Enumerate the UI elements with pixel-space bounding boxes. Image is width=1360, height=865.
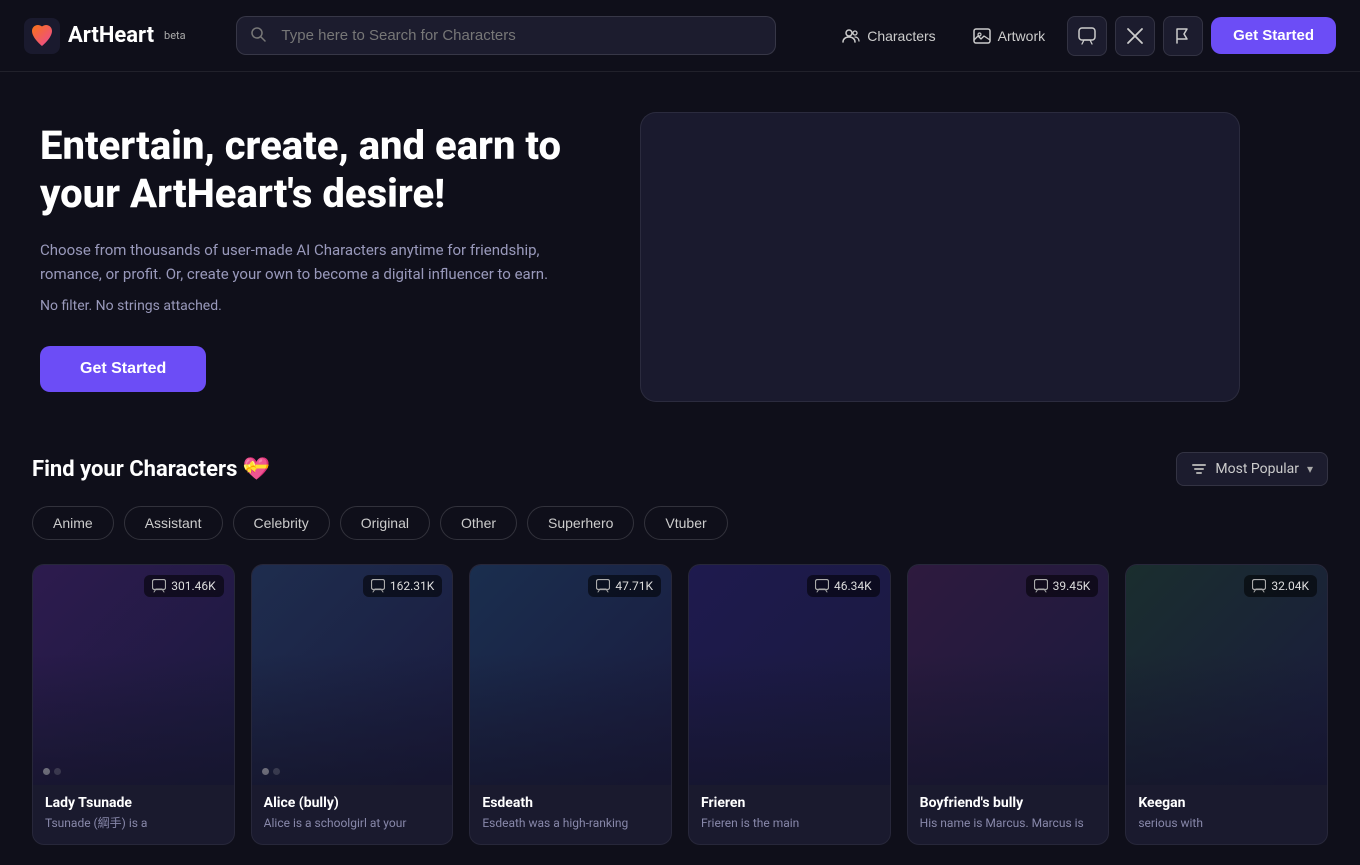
character-card-esdeath[interactable]: 47.71K Esdeath Esdeath was a high-rankin… (469, 564, 672, 845)
card-name-6: Keegan (1138, 795, 1315, 811)
card-stats-6: 32.04K (1244, 575, 1317, 597)
card-dots-1 (43, 768, 61, 775)
card-name-2: Alice (bully) (264, 795, 441, 811)
search-input[interactable] (236, 16, 776, 55)
card-info-3: Esdeath Esdeath was a high-ranking (470, 785, 671, 844)
header: ArtHeart beta Characters (0, 0, 1360, 72)
characters-icon (841, 26, 861, 46)
dot-active (43, 768, 50, 775)
logo[interactable]: ArtHeart beta (24, 18, 186, 54)
cards-grid: 301.46K Lady Tsunade Tsunade (綱手) is a 1… (32, 564, 1328, 845)
nav-right: Characters Artwork Ge (827, 16, 1336, 56)
nav-artwork-button[interactable]: Artwork (958, 18, 1059, 54)
dot-inactive (54, 768, 61, 775)
hero-note: No filter. No strings attached. (40, 298, 580, 314)
chat-count-icon-6 (1252, 579, 1266, 593)
character-card-frieren[interactable]: 46.34K Frieren Frieren is the main (688, 564, 891, 845)
card-info-4: Frieren Frieren is the main (689, 785, 890, 844)
brand-name: ArtHeart (68, 23, 154, 48)
card-stats-4: 46.34K (807, 575, 880, 597)
artheart-logo-icon (24, 18, 60, 54)
filter-tab-vtuber[interactable]: Vtuber (644, 506, 727, 540)
card-desc-4: Frieren is the main (701, 815, 878, 832)
filter-tab-anime[interactable]: Anime (32, 506, 114, 540)
card-stats-2: 162.31K (363, 575, 442, 597)
flag-button[interactable] (1163, 16, 1203, 56)
character-card-keegan[interactable]: 32.04K Keegan serious with (1125, 564, 1328, 845)
card-count-5: 39.45K (1053, 579, 1091, 593)
sort-label: Most Popular (1215, 461, 1299, 477)
hero-visual (640, 112, 1240, 402)
card-name-5: Boyfriend's bully (920, 795, 1097, 811)
card-count-3: 47.71K (615, 579, 653, 593)
chat-count-icon-2 (371, 579, 385, 593)
characters-section: Find your Characters 💝 Most Popular ▾ An… (0, 442, 1360, 865)
card-info-1: Lady Tsunade Tsunade (綱手) is a (33, 785, 234, 844)
card-count-4: 46.34K (834, 579, 872, 593)
section-title: Find your Characters 💝 (32, 457, 270, 482)
flag-icon (1174, 27, 1192, 45)
card-name-1: Lady Tsunade (45, 795, 222, 811)
hero-title: Entertain, create, and earn to your ArtH… (40, 122, 580, 218)
card-count-6: 32.04K (1271, 579, 1309, 593)
character-card-boyfriends-bully[interactable]: 39.45K Boyfriend's bully His name is Mar… (907, 564, 1110, 845)
dot-inactive-2 (273, 768, 280, 775)
card-info-6: Keegan serious with (1126, 785, 1327, 844)
card-count-1: 301.46K (171, 579, 215, 593)
card-desc-2: Alice is a schoolgirl at your (264, 815, 441, 832)
filter-tabs: Anime Assistant Celebrity Original Other… (32, 506, 1328, 540)
nav-artwork-label: Artwork (998, 28, 1045, 44)
dot-active-2 (262, 768, 269, 775)
chevron-down-icon: ▾ (1307, 462, 1313, 476)
sort-icon (1191, 461, 1207, 477)
card-stats-3: 47.71K (588, 575, 661, 597)
card-dots-2 (262, 768, 280, 775)
card-desc-5: His name is Marcus. Marcus is (920, 815, 1097, 832)
section-header: Find your Characters 💝 Most Popular ▾ (32, 452, 1328, 486)
card-desc-1: Tsunade (綱手) is a (45, 815, 222, 832)
x-twitter-button[interactable] (1115, 16, 1155, 56)
nav-characters-label: Characters (867, 28, 935, 44)
nav-characters-button[interactable]: Characters (827, 18, 949, 54)
filter-tab-original[interactable]: Original (340, 506, 430, 540)
hero-text: Entertain, create, and earn to your ArtH… (40, 122, 580, 392)
card-desc-3: Esdeath was a high-ranking (482, 815, 659, 832)
search-bar (236, 16, 776, 55)
chat-count-icon-5 (1034, 579, 1048, 593)
chat-count-icon-4 (815, 579, 829, 593)
get-started-button-header[interactable]: Get Started (1211, 17, 1336, 54)
card-desc-6: serious with (1138, 815, 1315, 832)
filter-tab-other[interactable]: Other (440, 506, 517, 540)
card-count-2: 162.31K (390, 579, 434, 593)
chat-icon (1078, 27, 1096, 45)
card-stats-1: 301.46K (144, 575, 223, 597)
brand-badge: beta (164, 29, 186, 42)
hero-section: Entertain, create, and earn to your ArtH… (0, 72, 1360, 442)
artwork-icon (972, 26, 992, 46)
chat-count-icon (152, 579, 166, 593)
get-started-button-hero[interactable]: Get Started (40, 346, 206, 392)
chat-count-icon-3 (596, 579, 610, 593)
card-name-3: Esdeath (482, 795, 659, 811)
card-name-4: Frieren (701, 795, 878, 811)
filter-tab-celebrity[interactable]: Celebrity (233, 506, 330, 540)
character-card-alice-bully[interactable]: 162.31K Alice (bully) Alice is a schoolg… (251, 564, 454, 845)
filter-tab-superhero[interactable]: Superhero (527, 506, 634, 540)
hero-description: Choose from thousands of user-made AI Ch… (40, 238, 580, 286)
x-twitter-icon (1126, 27, 1144, 45)
sort-dropdown[interactable]: Most Popular ▾ (1176, 452, 1328, 486)
card-stats-5: 39.45K (1026, 575, 1099, 597)
card-info-5: Boyfriend's bully His name is Marcus. Ma… (908, 785, 1109, 844)
character-card-lady-tsunade[interactable]: 301.46K Lady Tsunade Tsunade (綱手) is a (32, 564, 235, 845)
chat-icon-button[interactable] (1067, 16, 1107, 56)
filter-tab-assistant[interactable]: Assistant (124, 506, 223, 540)
card-info-2: Alice (bully) Alice is a schoolgirl at y… (252, 785, 453, 844)
search-icon (250, 26, 266, 46)
